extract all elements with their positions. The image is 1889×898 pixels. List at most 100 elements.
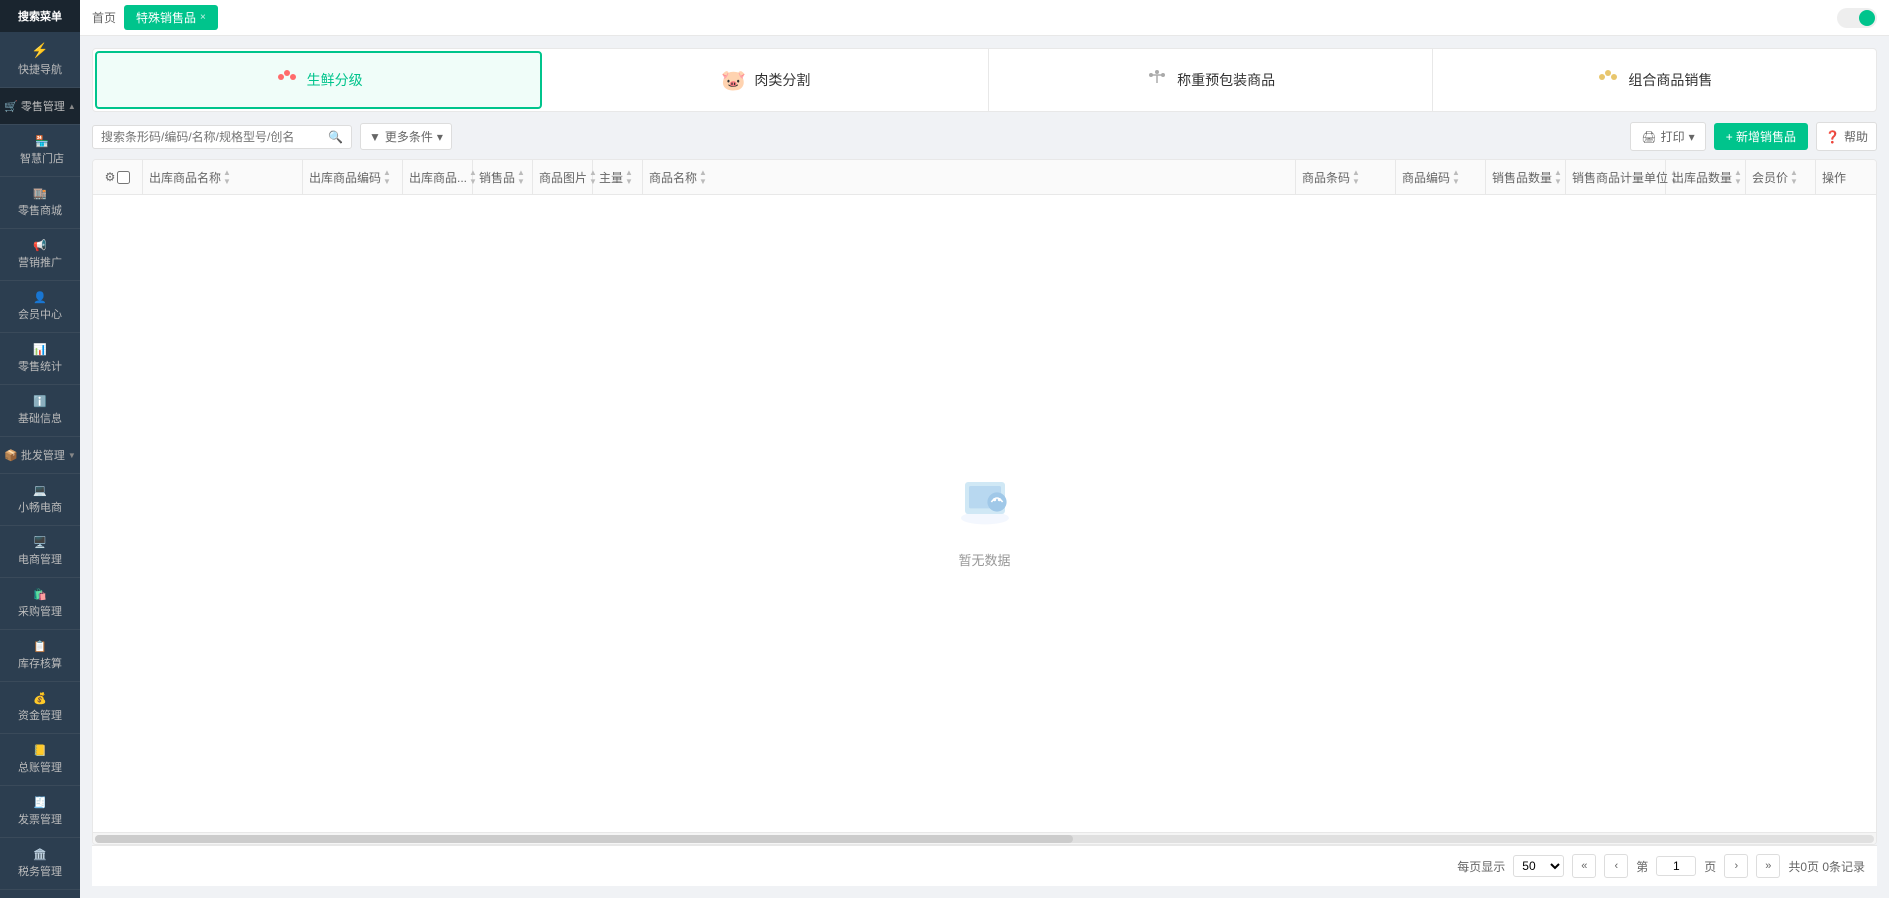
sidebar-item-ecommerce1[interactable]: 💻 小畅电商: [0, 474, 80, 526]
sidebar-item-stats[interactable]: 📊 零售统计: [0, 333, 80, 385]
help-button[interactable]: ❓ 帮助: [1816, 122, 1877, 151]
cat-tab-weigh[interactable]: 称重预包装商品: [989, 49, 1433, 111]
print-arrow: ▾: [1689, 130, 1695, 144]
th-saleitem[interactable]: 销售品 ▲▼: [473, 160, 533, 194]
scrollbar-thumb[interactable]: [95, 835, 1073, 843]
last-page-button[interactable]: »: [1756, 854, 1780, 878]
page-size-select[interactable]: 50 10 20 100: [1513, 855, 1564, 877]
sort-qty[interactable]: ▲▼: [1554, 168, 1562, 186]
first-page-button[interactable]: «: [1572, 854, 1596, 878]
sidebar-item-tax[interactable]: 🏛️ 税务管理: [0, 838, 80, 890]
sort-weight[interactable]: ▲▼: [625, 168, 633, 186]
cat-tab-combo[interactable]: 组合商品销售: [1433, 49, 1876, 111]
th-name2[interactable]: 商品名称 ▲▼: [643, 160, 1296, 194]
sidebar-item-retail[interactable]: 🛒 零售管理 ▲: [0, 88, 80, 125]
filter-button[interactable]: ▼ 更多条件 ▾: [360, 123, 452, 150]
th-outcode[interactable]: 出库商品编码 ▲▼: [303, 160, 403, 194]
select-all-checkbox[interactable]: [117, 171, 130, 184]
invoice-icon: 🧾: [33, 796, 47, 809]
th-scode-label: 商品编码: [1402, 169, 1450, 186]
sidebar-item-retailmall[interactable]: 🏬 零售商城: [0, 177, 80, 229]
th-scode[interactable]: 商品编码 ▲▼: [1396, 160, 1486, 194]
page-label: 第: [1636, 858, 1648, 875]
th-img-label: 商品图片: [539, 169, 587, 186]
th-barcode[interactable]: 商品条码 ▲▼: [1296, 160, 1396, 194]
weigh-icon: [1145, 65, 1169, 95]
cat-tab-weigh-label: 称重预包装商品: [1177, 70, 1275, 90]
sidebar-item-invoice[interactable]: 🧾 发票管理: [0, 786, 80, 838]
sort-scode[interactable]: ▲▼: [1452, 168, 1460, 186]
sidebar-item-assets[interactable]: 🏗️ 固定资产: [0, 890, 80, 898]
sidebar-logo[interactable]: 搜索菜单: [0, 0, 80, 32]
th-outqty[interactable]: 出库品数量 ▲▼: [1666, 160, 1746, 194]
th-img[interactable]: 商品图片 ▲▼: [533, 160, 593, 194]
topbar-tab-label: 特殊销售品: [136, 9, 196, 26]
sort-price[interactable]: ▲▼: [1790, 168, 1798, 186]
page-number-input[interactable]: [1656, 856, 1696, 876]
sort-outqty[interactable]: ▲▼: [1734, 168, 1742, 186]
topbar-tab-close[interactable]: ×: [200, 12, 206, 23]
th-price[interactable]: 会员价 ▲▼: [1746, 160, 1816, 194]
sidebar-item-smartstore[interactable]: 🏪 智慧门店: [0, 125, 80, 177]
main-content: 首页 特殊销售品 × 生鲜分级 🐷: [80, 0, 1889, 898]
page-unit-label: 页: [1704, 858, 1716, 875]
help-icon: ❓: [1825, 130, 1840, 144]
toggle-switch[interactable]: [1837, 8, 1877, 28]
tax-icon: 🏛️: [33, 848, 47, 861]
toolbar-right: 🖨 打印 ▾ + 新增销售品 ❓ 帮助: [1630, 122, 1877, 151]
content-area: 生鲜分级 🐷 肉类分割 称重预包装商品: [80, 36, 1889, 898]
sidebar-item-member[interactable]: 👤 会员中心: [0, 281, 80, 333]
scrollbar-track: [95, 835, 1874, 843]
th-outcode2-label: 出库商品...: [409, 169, 467, 186]
th-outcode2[interactable]: 出库商品... ▲▼: [403, 160, 473, 194]
pagination: 每页显示 50 10 20 100 « ‹ 第 页 › » 共0页 0条记录: [92, 845, 1877, 886]
filter-icon: ▼: [369, 130, 381, 144]
th-weight[interactable]: 主量 ▲▼: [593, 160, 643, 194]
sidebar-item-base1[interactable]: ℹ️ 基础信息: [0, 385, 80, 437]
cat-tab-fresh[interactable]: 生鲜分级: [95, 51, 542, 109]
cat-tab-meat[interactable]: 🐷 肉类分割: [544, 49, 988, 111]
topbar-home[interactable]: 首页: [92, 9, 116, 26]
sidebar-item-ecommerce2[interactable]: 🖥️ 电商管理: [0, 526, 80, 578]
retail-arrow: ▲: [68, 102, 76, 111]
topbar-tab[interactable]: 特殊销售品 ×: [124, 5, 218, 30]
search-input[interactable]: [101, 130, 324, 144]
th-outqty-label: 出库品数量: [1672, 169, 1732, 186]
sidebar-item-finance[interactable]: 💰 资金管理: [0, 682, 80, 734]
settings-icon[interactable]: ⚙: [105, 170, 116, 184]
th-unit[interactable]: 销售商品计量单位 ▲▼: [1566, 160, 1666, 194]
sort-barcode[interactable]: ▲▼: [1352, 168, 1360, 186]
filter-label: 更多条件: [385, 128, 433, 145]
fresh-icon: [275, 65, 299, 95]
smartstore-icon: 🏪: [35, 135, 49, 148]
horizontal-scrollbar[interactable]: [93, 832, 1876, 844]
th-op-label: 操作: [1822, 169, 1846, 186]
prev-page-button[interactable]: ‹: [1604, 854, 1628, 878]
next-page-button[interactable]: ›: [1724, 854, 1748, 878]
ecommerce1-icon: 💻: [33, 484, 47, 497]
sidebar-item-marketing[interactable]: 📢 营销推广: [0, 229, 80, 281]
cat-tab-fresh-label: 生鲜分级: [307, 70, 363, 90]
sort-outcode[interactable]: ▲▼: [383, 168, 391, 186]
th-weight-label: 主量: [599, 169, 623, 186]
sort-name2[interactable]: ▲▼: [699, 168, 707, 186]
member-icon: 👤: [33, 291, 47, 304]
page-size-label: 每页显示: [1457, 858, 1505, 875]
sidebar-item-ledger[interactable]: 📒 总账管理: [0, 734, 80, 786]
sidebar-item-inventory[interactable]: 📋 库存核算: [0, 630, 80, 682]
new-button[interactable]: + 新增销售品: [1714, 123, 1808, 150]
search-box[interactable]: 🔍: [92, 125, 352, 149]
sort-saleitem[interactable]: ▲▼: [517, 168, 525, 186]
sidebar-item-quick[interactable]: ⚡ 快捷导航: [0, 32, 80, 88]
th-barcode-label: 商品条码: [1302, 169, 1350, 186]
print-button[interactable]: 🖨 打印 ▾: [1630, 122, 1705, 151]
sidebar-item-wholesale[interactable]: 📦 批发管理 ▼: [0, 437, 80, 474]
search-icon[interactable]: 🔍: [328, 130, 343, 144]
topbar: 首页 特殊销售品 ×: [80, 0, 1889, 36]
inventory-icon: 📋: [33, 640, 47, 653]
sidebar-item-purchase[interactable]: 🛍️ 采购管理: [0, 578, 80, 630]
th-qty[interactable]: 销售品数量 ▲▼: [1486, 160, 1566, 194]
th-outname[interactable]: 出库商品名称 ▲▼: [143, 160, 303, 194]
sort-outname[interactable]: ▲▼: [223, 168, 231, 186]
th-select-all[interactable]: ⚙: [93, 160, 143, 194]
